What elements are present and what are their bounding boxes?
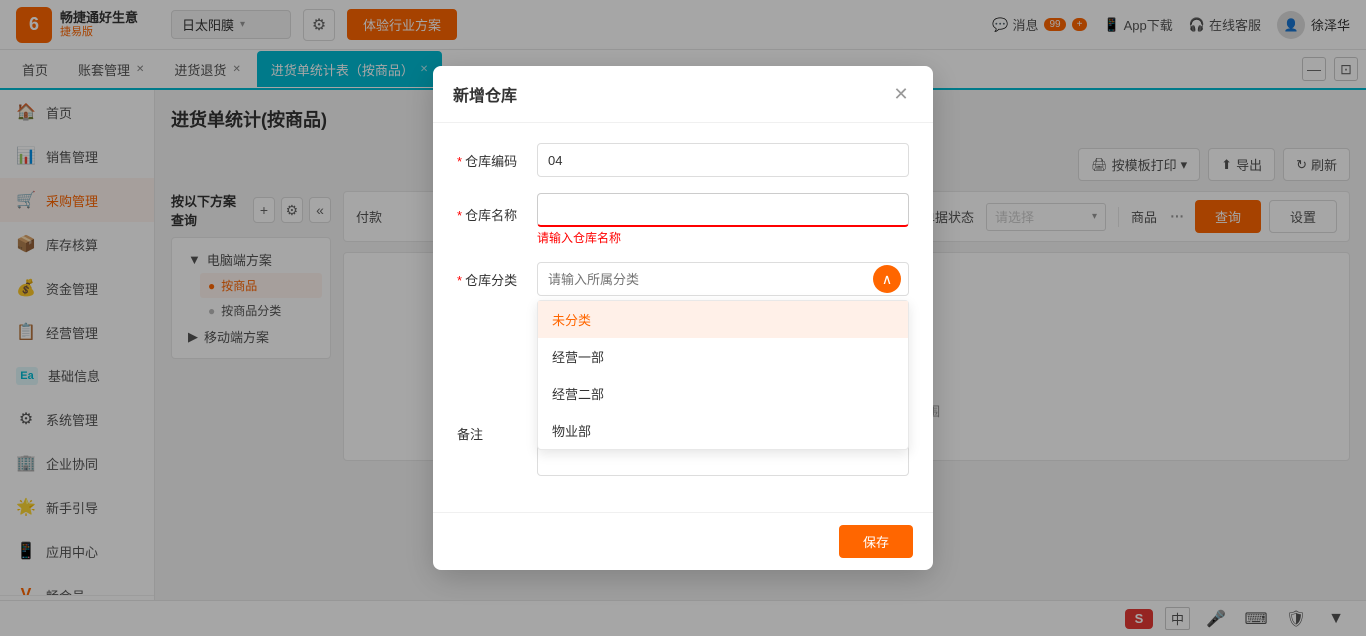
form-row-category: 仓库分类 ∧ 未分类 经营一部 经营二部 物业部 [457,262,909,296]
notes-label: 备注 [457,416,537,443]
form-row-name: 仓库名称 请输入仓库名称 [457,193,909,246]
dialog-new-warehouse: 新增仓库 ✕ 仓库编码 仓库名称 请输入仓库名称 仓库分类 [433,66,933,570]
modal-overlay[interactable]: 新增仓库 ✕ 仓库编码 仓库名称 请输入仓库名称 仓库分类 [0,0,1366,636]
dropdown-item-property[interactable]: 物业部 [538,412,908,449]
form-row-code: 仓库编码 [457,143,909,177]
dropdown-item-unclassified[interactable]: 未分类 [538,301,908,338]
dialog-title: 新增仓库 [453,82,517,106]
category-label: 仓库分类 [457,262,537,289]
dropdown-item-dept1[interactable]: 经营一部 [538,338,908,375]
dialog-header: 新增仓库 ✕ [433,66,933,123]
category-dropdown-list: 未分类 经营一部 经营二部 物业部 [537,300,909,450]
name-label: 仓库名称 [457,197,537,224]
dialog-footer: 保存 [433,512,933,570]
dialog-body: 仓库编码 仓库名称 请输入仓库名称 仓库分类 ∧ 未分类 [433,123,933,512]
category-dropdown-arrow[interactable]: ∧ [873,265,901,293]
code-label: 仓库编码 [457,143,537,170]
category-select-wrap: ∧ 未分类 经营一部 经营二部 物业部 [537,262,909,296]
dropdown-item-dept2[interactable]: 经营二部 [538,375,908,412]
name-error-tip: 请输入仓库名称 [457,229,621,246]
dialog-close-button[interactable]: ✕ [889,82,913,106]
name-input[interactable] [537,193,909,227]
code-input[interactable] [537,143,909,177]
category-input[interactable] [537,262,909,296]
save-button[interactable]: 保存 [839,525,913,558]
